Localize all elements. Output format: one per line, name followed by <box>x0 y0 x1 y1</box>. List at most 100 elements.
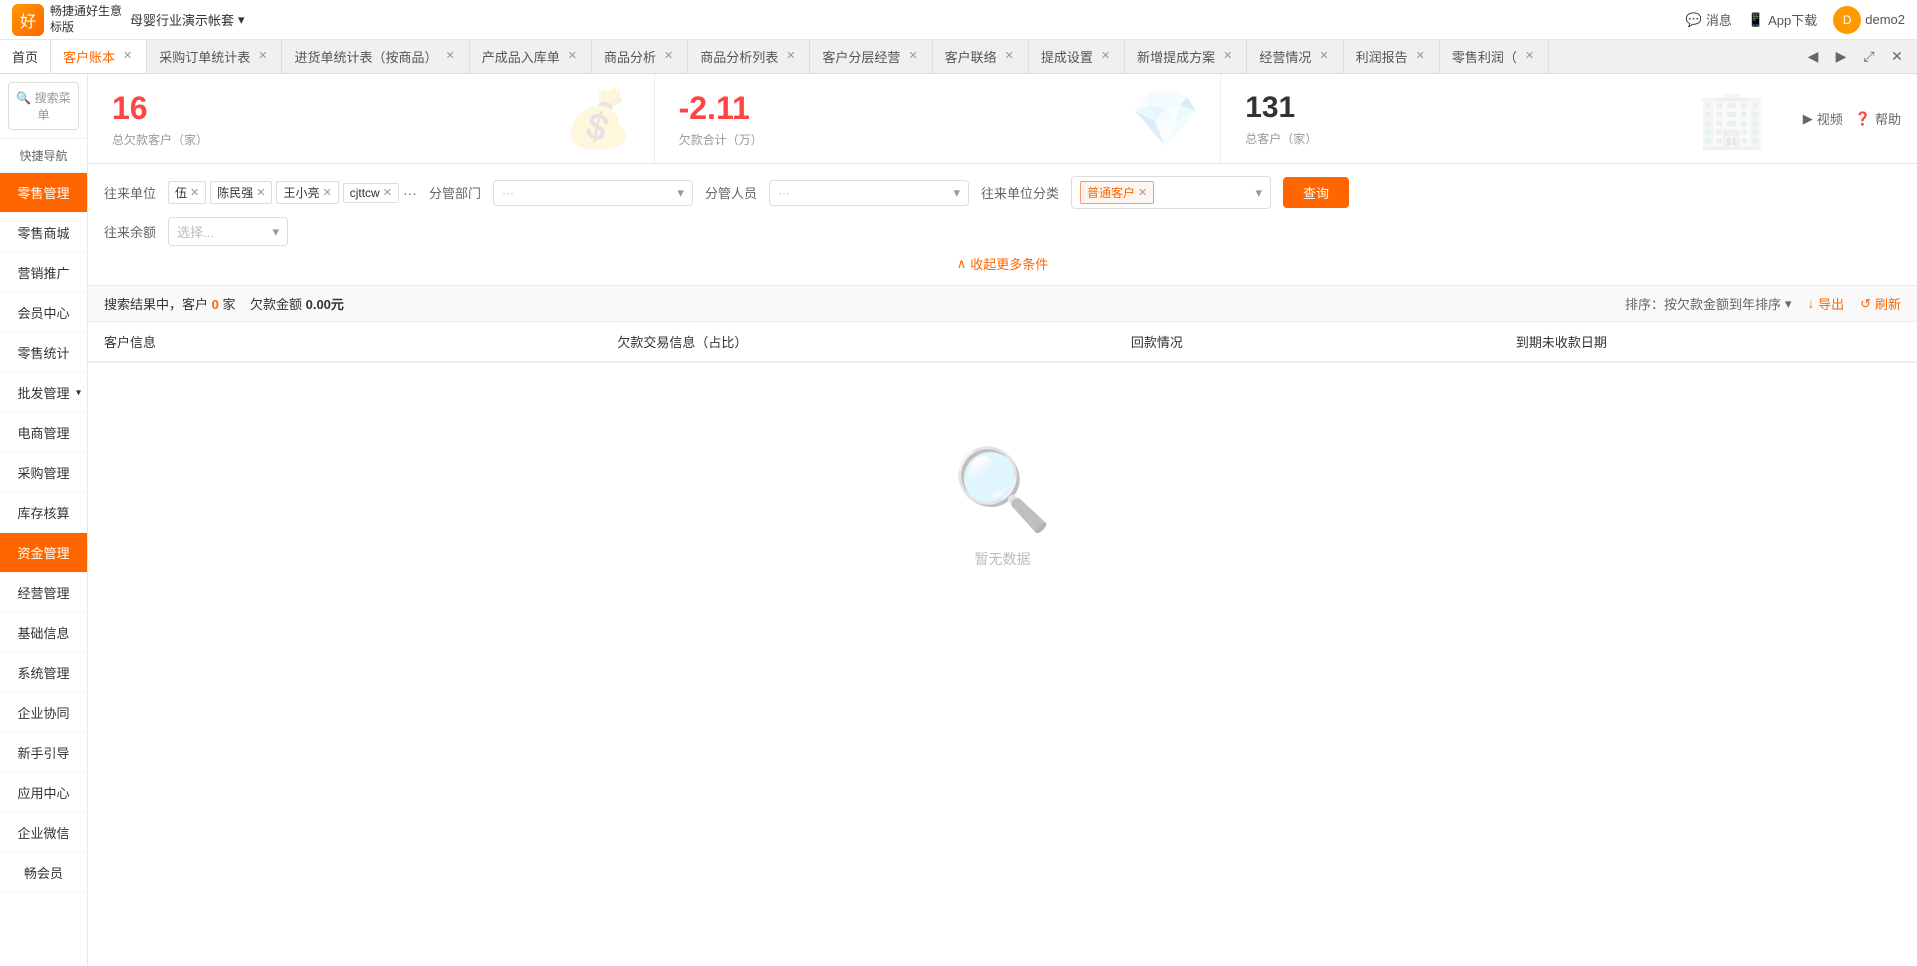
col-repayment: 回款情况 <box>1131 332 1516 351</box>
tab-close-icon[interactable]: ✕ <box>1221 50 1234 63</box>
col-debt-info: 欠款交易信息（占比） <box>617 332 1130 351</box>
sidebar-item-enterprise-collab[interactable]: 企业协同 <box>0 693 87 733</box>
tab-close-icon[interactable]: ✕ <box>256 50 269 63</box>
tab-retail-profit[interactable]: 零售利润（ ✕ <box>1440 40 1549 74</box>
export-icon: ↓ <box>1808 296 1815 311</box>
tab-operation-status[interactable]: 经营情况 ✕ <box>1247 40 1343 74</box>
user-avatar-button[interactable]: D demo2 <box>1833 6 1905 34</box>
filter-unit-tags: 伍 ✕ 陈民强 ✕ 王小亮 ✕ cjttcw ✕ ··· <box>168 181 417 204</box>
tab-close-icon[interactable]: ✕ <box>1414 50 1427 63</box>
tab-close-icon[interactable]: ✕ <box>1317 50 1330 63</box>
sidebar: 🔍 搜索菜单 快捷导航 零售管理 零售商城 营销推广 会员中心 零售统计 批发管… <box>0 74 88 966</box>
logo-text: 畅捷通好生意 标版 <box>50 4 122 35</box>
help-button[interactable]: ❓ 帮助 <box>1855 109 1901 128</box>
col-customer-info: 客户信息 <box>104 332 617 351</box>
sidebar-item-marketing-promo[interactable]: 营销推广 <box>0 253 87 293</box>
tab-close-icon[interactable]: ✕ <box>1003 50 1016 63</box>
stat-bg-icon-building: 🏢 <box>1697 86 1767 152</box>
sidebar-item-app-center[interactable]: 应用中心 <box>0 773 87 813</box>
tab-close-icon[interactable]: ✕ <box>1099 50 1112 63</box>
filter-remainder-select[interactable]: 选择... ▾ <box>168 217 288 246</box>
refresh-button[interactable]: ↺ 刷新 <box>1860 294 1901 313</box>
sidebar-item-retail-stats[interactable]: 零售统计 <box>0 333 87 373</box>
sort-arrow-icon: ▾ <box>1785 296 1792 312</box>
tab-product-analysis-list[interactable]: 商品分析列表 ✕ <box>688 40 810 74</box>
export-button[interactable]: ↓ 导出 <box>1808 294 1845 313</box>
sidebar-item-vip-member[interactable]: 畅会员 <box>0 853 87 893</box>
sidebar-item-inventory[interactable]: 库存核算 <box>0 493 87 533</box>
tab-product-analysis[interactable]: 商品分析 ✕ <box>592 40 688 74</box>
sidebar-item-retail-mgmt[interactable]: 零售管理 <box>0 173 87 213</box>
tab-close-icon[interactable]: ✕ <box>444 50 457 63</box>
tab-close-all-button[interactable]: ✕ <box>1885 45 1909 69</box>
sidebar-item-member-center[interactable]: 会员中心 <box>0 293 87 333</box>
tab-inbound-stats-label: 进货单统计表（按商品） <box>294 47 437 66</box>
tab-home[interactable]: 首页 <box>0 40 51 74</box>
top-bar-left: 好 畅捷通好生意 标版 母婴行业演示帐套 ▾ <box>12 4 245 36</box>
sidebar-item-basic-info[interactable]: 基础信息 <box>0 613 87 653</box>
tab-purchase-orders[interactable]: 采购订单统计表 ✕ <box>147 40 282 74</box>
filter-tag-close-chen[interactable]: ✕ <box>256 186 265 199</box>
filter-collapse-button[interactable]: ∧ 收起更多条件 <box>957 254 1049 273</box>
filter-dept-select[interactable]: ··· ▾ <box>493 180 693 206</box>
tab-close-icon[interactable]: ✕ <box>1523 50 1536 63</box>
app-download-button[interactable]: 📱 App下载 <box>1748 10 1817 29</box>
filter-tag-cjttcw: cjttcw ✕ <box>343 183 399 203</box>
sidebar-item-ecommerce-mgmt[interactable]: 电商管理 <box>0 413 87 453</box>
collapse-up-icon: ∧ <box>957 256 967 272</box>
search-result-bar: 搜索结果中，客户 0 家 欠款金额 0.00元 排序：按欠款金额到年排序 ▾ ↓… <box>88 286 1917 322</box>
chevron-down-icon: ▾ <box>238 12 245 28</box>
tab-scroll-left-button[interactable]: ◀ <box>1801 45 1825 69</box>
filter-more-tags[interactable]: ··· <box>403 185 417 201</box>
filter-person-label: 分管人员 <box>705 183 757 202</box>
tab-close-icon[interactable]: ✕ <box>566 50 579 63</box>
tab-scroll-right-button[interactable]: ▶ <box>1829 45 1853 69</box>
sidebar-quick-nav[interactable]: 快捷导航 <box>0 139 87 173</box>
sort-selector[interactable]: 排序：按欠款金额到年排序 ▾ <box>1625 294 1792 313</box>
filter-tag-close-wang[interactable]: ✕ <box>323 186 332 199</box>
sidebar-item-operations-mgmt[interactable]: 经营管理 <box>0 573 87 613</box>
tab-inbound-stats[interactable]: 进货单统计表（按商品） ✕ <box>282 40 469 74</box>
tab-product-analysis-list-label: 商品分析列表 <box>700 47 778 66</box>
tab-customer-book-label: 客户账本 <box>63 47 115 66</box>
empty-text: 暂无数据 <box>975 549 1031 569</box>
query-button[interactable]: 查询 <box>1283 177 1349 208</box>
sidebar-item-purchase-mgmt[interactable]: 采购管理 <box>0 453 87 493</box>
tab-customer-book[interactable]: 客户账本 ✕ <box>51 40 147 74</box>
filter-person-select[interactable]: ··· ▾ <box>769 180 969 206</box>
tab-expand-button[interactable]: ⤢ <box>1857 45 1881 69</box>
video-help-button[interactable]: ▶ 视频 <box>1803 109 1843 128</box>
tab-close-icon[interactable]: ✕ <box>784 50 797 63</box>
tab-new-promotion-plan-label: 新增提成方案 <box>1137 47 1215 66</box>
sidebar-item-enterprise-wechat[interactable]: 企业微信 <box>0 813 87 853</box>
tab-customer-segment[interactable]: 客户分层经营 ✕ <box>810 40 932 74</box>
tab-profit-report-label: 利润报告 <box>1356 47 1408 66</box>
sidebar-item-new-user-guide[interactable]: 新手引导 <box>0 733 87 773</box>
tab-new-promotion-plan[interactable]: 新增提成方案 ✕ <box>1125 40 1247 74</box>
filter-remainder-label: 往来余额 <box>104 222 156 241</box>
sidebar-item-retail-mall[interactable]: 零售商城 <box>0 213 87 253</box>
message-icon: 💬 <box>1686 12 1702 28</box>
filter-tag-close-wu[interactable]: ✕ <box>190 186 199 199</box>
enterprise-selector[interactable]: 母婴行业演示帐套 ▾ <box>130 10 245 29</box>
tab-close-icon[interactable]: ✕ <box>121 50 134 63</box>
tab-customer-contact[interactable]: 客户联络 ✕ <box>933 40 1029 74</box>
message-button[interactable]: 💬 消息 <box>1686 10 1732 29</box>
tab-purchase-orders-label: 采购订单统计表 <box>159 47 250 66</box>
sidebar-item-batch-mgmt[interactable]: 批发管理 <box>0 373 87 413</box>
tab-profit-report[interactable]: 利润报告 ✕ <box>1344 40 1440 74</box>
tab-close-icon[interactable]: ✕ <box>662 50 675 63</box>
content-area: 💰 16 总欠款客户（家） 💎 -2.11 欠款合计（万） 🏢 131 总客户（… <box>88 74 1917 966</box>
tab-promotion-settings[interactable]: 提成设置 ✕ <box>1029 40 1125 74</box>
search-menu-button[interactable]: 🔍 搜索菜单 <box>8 82 79 130</box>
filter-tag-close-cjttcw[interactable]: ✕ <box>383 186 392 199</box>
tab-production-inbound[interactable]: 产成品入库单 ✕ <box>470 40 592 74</box>
sidebar-item-capital-mgmt[interactable]: 资金管理 <box>0 533 87 573</box>
sidebar-item-system-mgmt[interactable]: 系统管理 <box>0 653 87 693</box>
filter-category-select[interactable]: 普通客户 ✕ ▾ <box>1071 176 1271 209</box>
avatar: D <box>1833 6 1861 34</box>
filter-category-tag-close[interactable]: ✕ <box>1138 186 1147 199</box>
stat-label-total: 总客户（家） <box>1245 130 1317 147</box>
tab-bar-actions: ◀ ▶ ⤢ ✕ <box>1801 45 1917 69</box>
tab-close-icon[interactable]: ✕ <box>906 50 919 63</box>
